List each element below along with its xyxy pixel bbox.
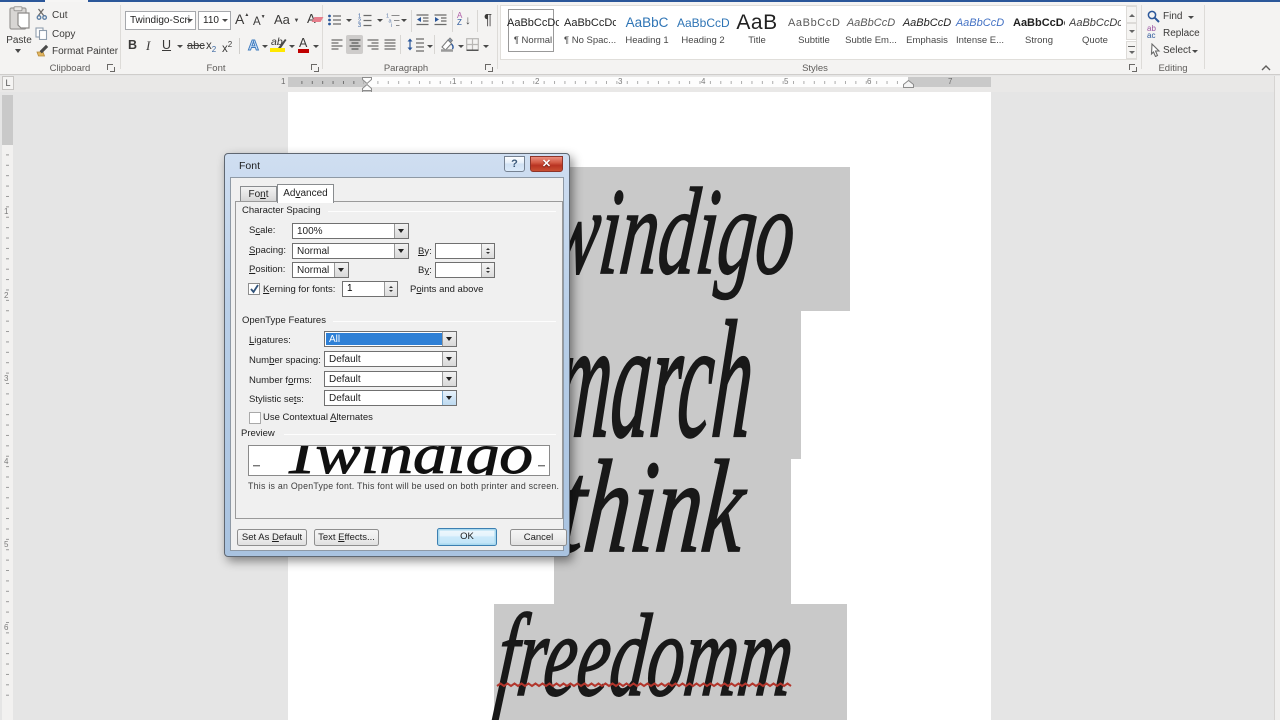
svg-text:freedomm: freedomm — [491, 590, 800, 720]
svg-text:think: think — [553, 434, 752, 580]
svg-text:i: i — [391, 23, 392, 27]
svg-text:A: A — [248, 37, 259, 53]
svg-text:3: 3 — [358, 23, 361, 27]
svg-text:Twindigo: Twindigo — [283, 446, 533, 475]
